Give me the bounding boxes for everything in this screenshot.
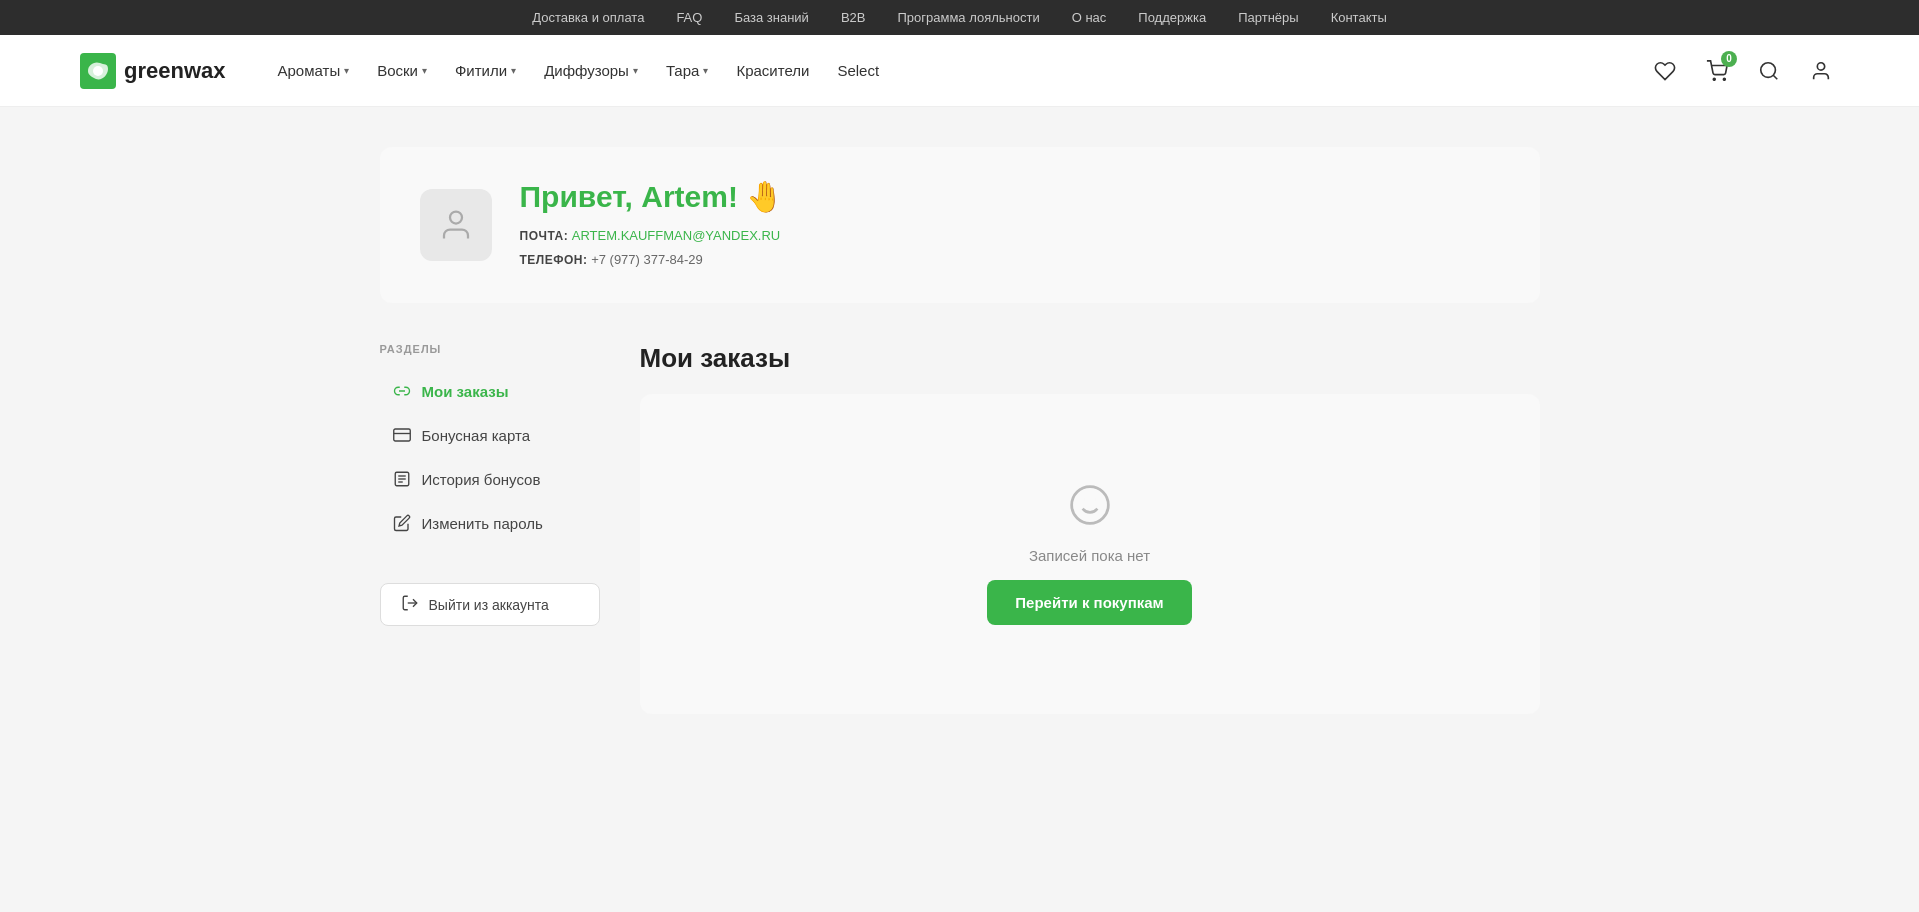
- profile-info: Привет, Artem! 🤚 ПОЧТА: ARTEM.KAUFFMAN@Y…: [520, 179, 784, 271]
- sidebar-menu: Мои заказы Бонусная карта: [380, 371, 600, 543]
- topbar-link-faq[interactable]: FAQ: [676, 10, 702, 25]
- chevron-down-icon: ▾: [422, 65, 427, 76]
- profile-phone-row: ТЕЛЕФОН: +7 (977) 377-84-29: [520, 248, 784, 272]
- svg-point-15: [1071, 487, 1108, 524]
- topbar-link-knowledge[interactable]: База знаний: [734, 10, 809, 25]
- nav-select[interactable]: Select: [825, 56, 891, 85]
- nav-waxes[interactable]: Воски ▾: [365, 56, 439, 85]
- avatar: [420, 189, 492, 261]
- page-wrapper: Привет, Artem! 🤚 ПОЧТА: ARTEM.KAUFFMAN@Y…: [360, 107, 1560, 754]
- profile-phone: +7 (977) 377-84-29: [591, 252, 703, 267]
- chevron-down-icon: ▾: [344, 65, 349, 76]
- logout-icon: [401, 594, 419, 615]
- profile-meta: ПОЧТА: ARTEM.KAUFFMAN@YANDEX.RU ТЕЛЕФОН:…: [520, 224, 784, 271]
- topbar-link-b2b[interactable]: B2B: [841, 10, 866, 25]
- sidebar-item-bonus-history[interactable]: История бонусов: [380, 459, 600, 499]
- card-icon: [392, 425, 412, 445]
- svg-line-5: [1773, 75, 1777, 79]
- nav-diffusers[interactable]: Диффузоры ▾: [532, 56, 650, 85]
- profile-email-row: ПОЧТА: ARTEM.KAUFFMAN@YANDEX.RU: [520, 224, 784, 248]
- go-shopping-button[interactable]: Перейти к покупкам: [987, 580, 1191, 625]
- profile-banner: Привет, Artem! 🤚 ПОЧТА: ARTEM.KAUFFMAN@Y…: [380, 147, 1540, 303]
- sidebar-section-label: РАЗДЕЛЫ: [380, 343, 600, 355]
- topbar-link-loyalty[interactable]: Программа лояльности: [897, 10, 1039, 25]
- topbar-link-delivery[interactable]: Доставка и оплата: [532, 10, 644, 25]
- chevron-down-icon: ▾: [511, 65, 516, 76]
- svg-point-3: [1723, 78, 1725, 80]
- sidebar-item-change-password[interactable]: Изменить пароль: [380, 503, 600, 543]
- cart-button[interactable]: 0: [1699, 53, 1735, 89]
- header-icons: 0: [1647, 53, 1839, 89]
- orders-box: Записей пока нет Перейти к покупкам: [640, 394, 1540, 714]
- chevron-down-icon: ▾: [633, 65, 638, 76]
- orders-title: Мои заказы: [640, 343, 1540, 374]
- orders-icon: [392, 381, 412, 401]
- sidebar-item-bonus-card[interactable]: Бонусная карта: [380, 415, 600, 455]
- svg-point-7: [450, 212, 462, 224]
- topbar-link-support[interactable]: Поддержка: [1138, 10, 1206, 25]
- nav-wicks[interactable]: Фитили ▾: [443, 56, 528, 85]
- content-layout: РАЗДЕЛЫ Мои заказы: [380, 343, 1540, 714]
- nav-aromas[interactable]: Ароматы ▾: [266, 56, 362, 85]
- sidebar: РАЗДЕЛЫ Мои заказы: [380, 343, 600, 714]
- logo[interactable]: greenwax: [80, 53, 226, 89]
- empty-text: Записей пока нет: [1029, 547, 1150, 564]
- account-button[interactable]: [1803, 53, 1839, 89]
- sidebar-item-orders[interactable]: Мои заказы: [380, 371, 600, 411]
- edit-icon: [392, 513, 412, 533]
- header: greenwax Ароматы ▾ Воски ▾ Фитили ▾ Дифф…: [0, 35, 1919, 107]
- logo-text: greenwax: [124, 58, 226, 84]
- svg-rect-8: [393, 429, 410, 441]
- nav-tara[interactable]: Тара ▾: [654, 56, 721, 85]
- wishlist-button[interactable]: [1647, 53, 1683, 89]
- svg-point-4: [1761, 62, 1776, 77]
- profile-email[interactable]: ARTEM.KAUFFMAN@YANDEX.RU: [572, 228, 780, 243]
- main-content: Мои заказы Записей пока нет Перейти к по…: [640, 343, 1540, 714]
- top-bar: Доставка и оплата FAQ База знаний B2B Пр…: [0, 0, 1919, 35]
- logout-button[interactable]: Выйти из аккаунта: [380, 583, 600, 626]
- empty-icon: [1068, 483, 1112, 531]
- greeting-heading: Привет, Artem! 🤚: [520, 179, 784, 214]
- nav-dyes[interactable]: Красители: [724, 56, 821, 85]
- chevron-down-icon: ▾: [703, 65, 708, 76]
- search-button[interactable]: [1751, 53, 1787, 89]
- topbar-link-partners[interactable]: Партнёры: [1238, 10, 1298, 25]
- topbar-link-about[interactable]: О нас: [1072, 10, 1107, 25]
- svg-point-1: [93, 66, 103, 76]
- topbar-link-contacts[interactable]: Контакты: [1331, 10, 1387, 25]
- main-nav: Ароматы ▾ Воски ▾ Фитили ▾ Диффузоры ▾ Т…: [266, 56, 1648, 85]
- svg-point-6: [1817, 62, 1824, 69]
- cart-badge: 0: [1721, 51, 1737, 67]
- svg-point-2: [1713, 78, 1715, 80]
- history-icon: [392, 469, 412, 489]
